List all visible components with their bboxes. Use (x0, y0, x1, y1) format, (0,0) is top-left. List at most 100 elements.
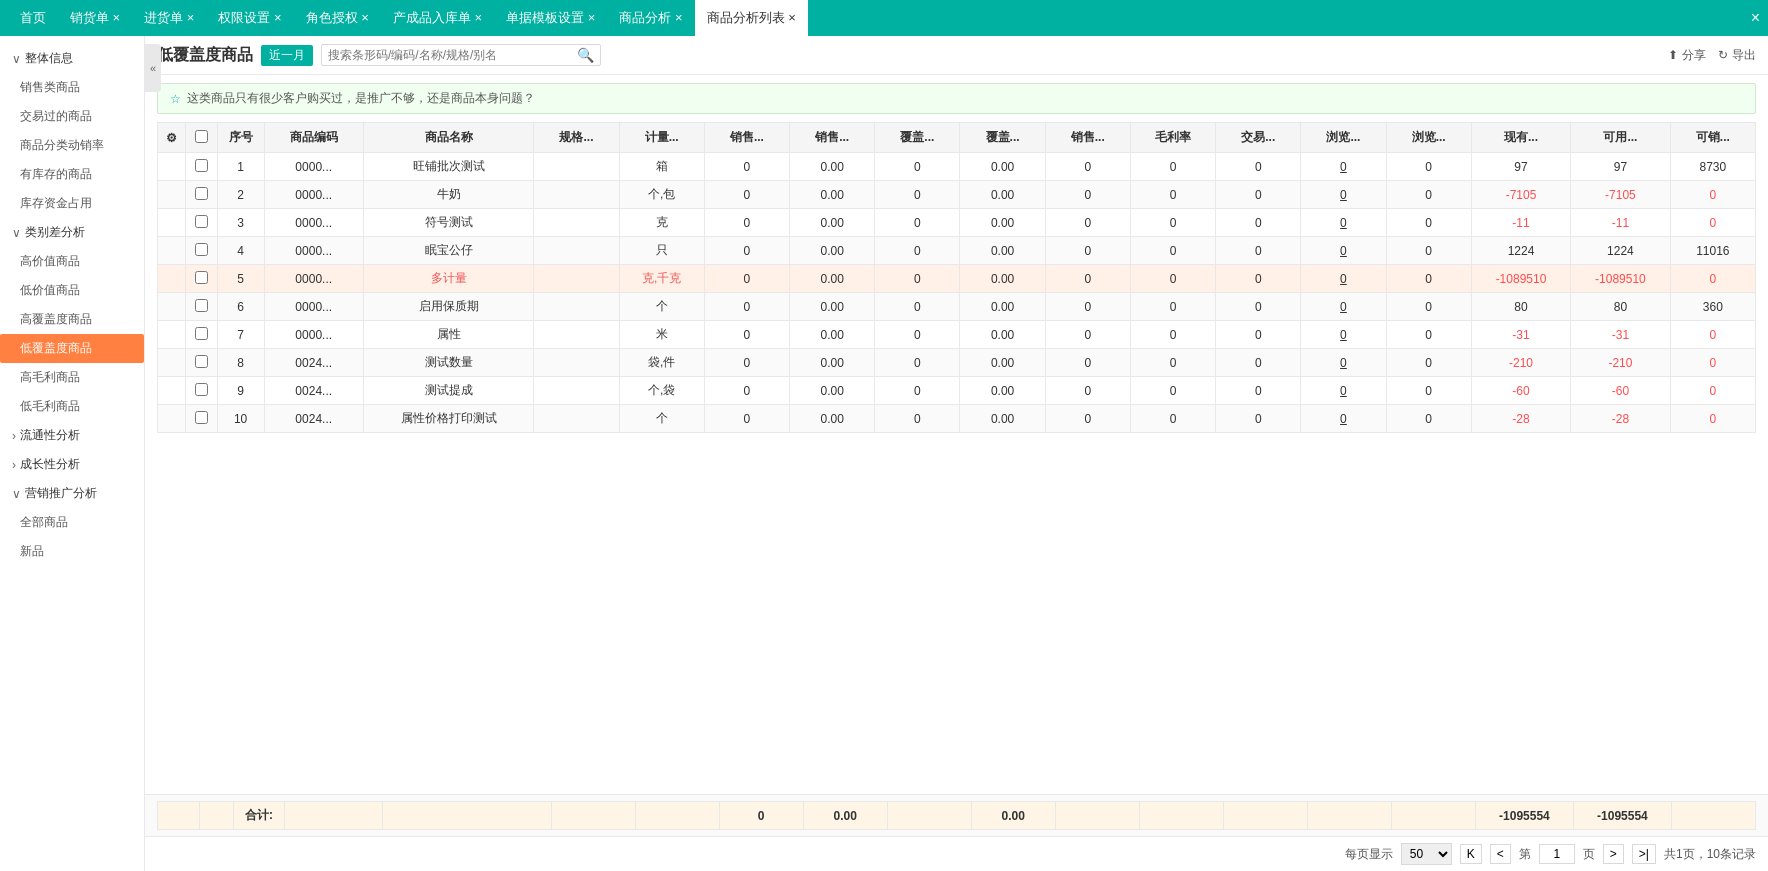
sidebar-collapse-button[interactable]: « (145, 44, 161, 92)
td-unit: 袋,件 (619, 349, 704, 377)
row-checkbox[interactable] (195, 271, 208, 284)
sidebar-item-low-margin[interactable]: 低毛利商品 (0, 392, 144, 421)
row-checkbox[interactable] (195, 299, 208, 312)
td-unit: 米 (619, 321, 704, 349)
first-page-button[interactable]: K (1460, 844, 1482, 864)
row-checkbox[interactable] (195, 187, 208, 200)
sidebar-item-low-value[interactable]: 低价值商品 (0, 276, 144, 305)
td-stock1: -60 (1471, 377, 1570, 405)
close-all-button[interactable]: × (1751, 9, 1760, 27)
page-label: 第 (1519, 846, 1531, 863)
nav-purchase-order[interactable]: 进货单 × (132, 0, 206, 36)
sidebar-section-circulation[interactable]: › 流通性分析 (0, 421, 144, 450)
nav-product-analysis-list[interactable]: 商品分析列表 × (695, 0, 808, 36)
th-sales3: 销售... (1045, 123, 1130, 153)
td-checkbox[interactable] (186, 181, 217, 209)
table-row: 70000...属性米00.0000.0000000-31-310 (158, 321, 1756, 349)
last-page-button[interactable]: >| (1632, 844, 1656, 864)
td-code: 0000... (264, 321, 363, 349)
sidebar-section-marketing[interactable]: ∨ 营销推广分析 (0, 479, 144, 508)
sidebar-section-category-diff[interactable]: ∨ 类别差分析 (0, 218, 144, 247)
sidebar-item-capital-usage[interactable]: 库存资金占用 (0, 189, 144, 218)
td-browse1: 0 (1301, 321, 1386, 349)
nav-permissions[interactable]: 权限设置 × (206, 0, 293, 36)
td-sales1: 0 (704, 237, 789, 265)
export-button[interactable]: ↻ 导出 (1718, 47, 1756, 64)
sidebar-item-sales-goods[interactable]: 销售类商品 (0, 73, 144, 102)
td-trade: 0 (1216, 153, 1301, 181)
td-stock3: 360 (1670, 293, 1755, 321)
per-page-select[interactable]: 50 20 100 (1401, 843, 1452, 865)
td-checkbox[interactable] (186, 265, 217, 293)
sidebar-item-high-coverage[interactable]: 高覆盖度商品 (0, 305, 144, 334)
total-sales2: 0.00 (803, 802, 887, 830)
td-code: 0024... (264, 405, 363, 433)
table-row: 80024...测试数量袋,件00.0000.0000000-210-2100 (158, 349, 1756, 377)
td-browse2: 0 (1386, 349, 1471, 377)
td-browse2: 0 (1386, 321, 1471, 349)
sidebar-item-category-turnover[interactable]: 商品分类动销率 (0, 131, 144, 160)
row-checkbox[interactable] (195, 355, 208, 368)
nav-product-instock[interactable]: 产成品入库单 × (381, 0, 494, 36)
row-checkbox[interactable] (195, 411, 208, 424)
td-checkbox[interactable] (186, 153, 217, 181)
td-sales2: 0.00 (790, 209, 875, 237)
td-checkbox[interactable] (186, 293, 217, 321)
nav-product-analysis[interactable]: 商品分析 × (607, 0, 694, 36)
td-stock3: 0 (1670, 349, 1755, 377)
td-unit: 个 (619, 405, 704, 433)
time-filter-button[interactable]: 近一月 (261, 45, 313, 66)
td-name: 眠宝公仔 (363, 237, 533, 265)
sidebar-item-all-goods[interactable]: 全部商品 (0, 508, 144, 537)
td-checkbox[interactable] (186, 237, 217, 265)
nav-home[interactable]: 首页 (8, 0, 58, 36)
content-header: 低覆盖度商品 近一月 🔍 ⬆ 分享 ↻ 导出 (145, 36, 1768, 75)
sidebar-item-low-coverage[interactable]: 低覆盖度商品 (0, 334, 144, 363)
td-stock1: -1089510 (1471, 265, 1570, 293)
td-stock2: -1089510 (1571, 265, 1670, 293)
sidebar-item-high-value[interactable]: 高价值商品 (0, 247, 144, 276)
total-browse2 (1391, 802, 1475, 830)
td-stock2: -11 (1571, 209, 1670, 237)
next-page-button[interactable]: > (1603, 844, 1624, 864)
row-checkbox[interactable] (195, 243, 208, 256)
sidebar-item-high-margin[interactable]: 高毛利商品 (0, 363, 144, 392)
sidebar-section-growth-label: 成长性分析 (20, 456, 80, 473)
td-stock2: -7105 (1571, 181, 1670, 209)
td-coverage1: 0 (875, 321, 960, 349)
row-checkbox[interactable] (195, 327, 208, 340)
chevron-right-icon: › (12, 429, 16, 443)
td-checkbox[interactable] (186, 377, 217, 405)
nav-role-auth[interactable]: 角色授权 × (294, 0, 381, 36)
th-sales2: 销售... (790, 123, 875, 153)
th-checkbox[interactable] (186, 123, 217, 153)
share-button[interactable]: ⬆ 分享 (1668, 47, 1706, 64)
td-trade: 0 (1216, 209, 1301, 237)
sidebar-item-new-goods[interactable]: 新品 (0, 537, 144, 566)
td-empty (158, 153, 186, 181)
th-browse1: 浏览... (1301, 123, 1386, 153)
row-checkbox[interactable] (195, 159, 208, 172)
td-coverage2: 0.00 (960, 153, 1045, 181)
nav-sales-order[interactable]: 销货单 × (58, 0, 132, 36)
sidebar-section-overall[interactable]: ∨ 整体信息 (0, 44, 144, 73)
table-row: 30000...符号测试克00.0000.0000000-11-110 (158, 209, 1756, 237)
td-checkbox[interactable] (186, 209, 217, 237)
td-browse1: 0 (1301, 405, 1386, 433)
th-gear[interactable]: ⚙ (158, 123, 186, 153)
td-browse2: 0 (1386, 265, 1471, 293)
td-checkbox[interactable] (186, 349, 217, 377)
td-checkbox[interactable] (186, 405, 217, 433)
search-input[interactable] (328, 48, 577, 62)
nav-template-settings[interactable]: 单据模板设置 × (494, 0, 607, 36)
sidebar-item-traded-goods[interactable]: 交易过的商品 (0, 102, 144, 131)
page-number-input[interactable] (1539, 844, 1575, 864)
prev-page-button[interactable]: < (1490, 844, 1511, 864)
sidebar-section-growth[interactable]: › 成长性分析 (0, 450, 144, 479)
row-checkbox[interactable] (195, 215, 208, 228)
sidebar-item-stocked-goods[interactable]: 有库存的商品 (0, 160, 144, 189)
select-all-checkbox[interactable] (195, 130, 208, 143)
row-checkbox[interactable] (195, 383, 208, 396)
td-unit: 只 (619, 237, 704, 265)
td-checkbox[interactable] (186, 321, 217, 349)
